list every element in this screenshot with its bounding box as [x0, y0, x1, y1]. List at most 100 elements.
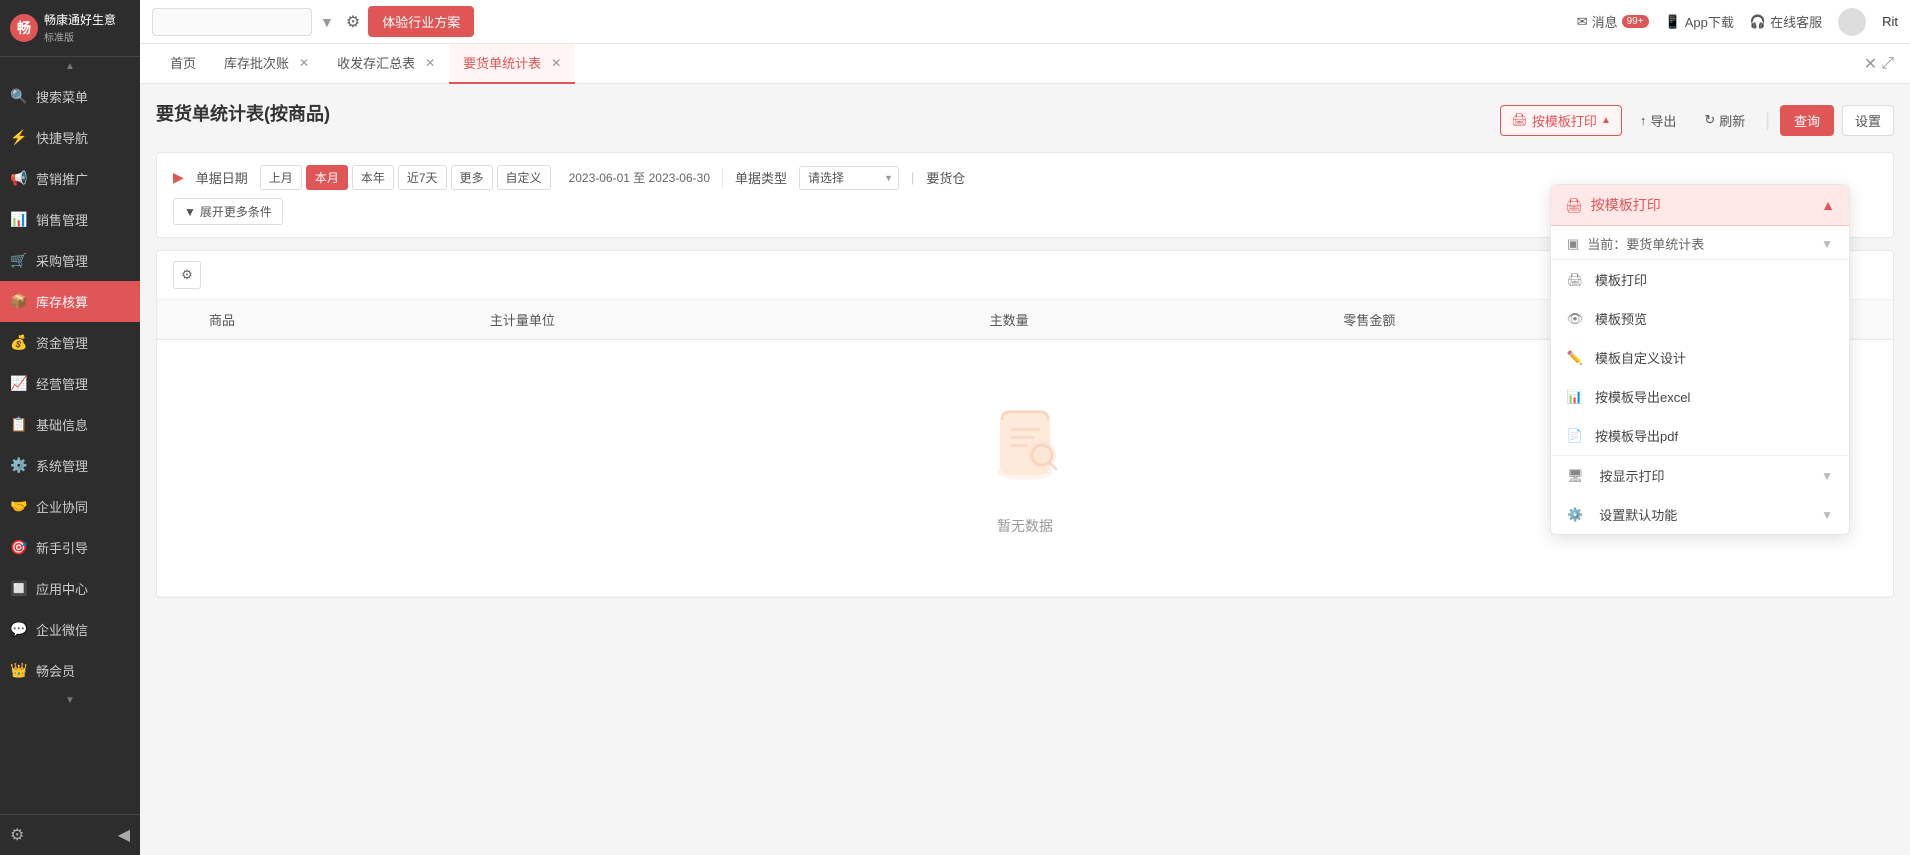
tab-order-stats[interactable]: 要货单统计表 ✕: [449, 44, 575, 84]
filter-expand-arrow[interactable]: ▶: [173, 169, 184, 186]
dropdown-item-template-print-inner: 🖨 模板打印: [1587, 270, 1647, 289]
industry-btn[interactable]: 体验行业方案: [368, 6, 474, 37]
basics-icon: 📋: [10, 415, 28, 433]
date-btn-this-month[interactable]: 本月: [306, 165, 348, 190]
export-excel-icon: 📊: [1567, 389, 1583, 405]
export-btn[interactable]: ↑ 导出: [1630, 106, 1687, 135]
sidebar-item-search[interactable]: 🔍 搜索菜单: [0, 76, 140, 117]
messages-action[interactable]: ✉ 消息 99+: [1577, 12, 1649, 31]
type-select[interactable]: 请选择 全部 要货单 采购订单: [799, 166, 899, 190]
template-print-label: 模板打印: [1595, 270, 1647, 289]
tab-expand[interactable]: ⤢: [1881, 55, 1894, 73]
tab-home-label: 首页: [170, 53, 196, 72]
sidebar-item-marketing-label: 营销推广: [36, 169, 88, 188]
collapse-icon[interactable]: ◀: [118, 825, 130, 845]
scroll-up-btn[interactable]: ▲: [0, 57, 140, 76]
dropdown-item-display-print[interactable]: 🖥 按显示打印 ▼: [1551, 456, 1849, 495]
user-name: Rit: [1882, 14, 1898, 29]
date-btn-custom[interactable]: 自定义: [497, 165, 551, 190]
sidebar-item-purchase[interactable]: 🛒 采购管理: [0, 240, 140, 281]
expand-conditions-btn[interactable]: ▼ 展开更多条件: [173, 198, 283, 225]
tab-inventory-batch-close[interactable]: ✕: [299, 56, 309, 70]
app-download-icon: 📱: [1665, 14, 1681, 30]
page-title: 要货单统计表(按商品): [156, 100, 330, 126]
topbar-settings-icon[interactable]: ⚙: [346, 12, 360, 32]
tab-close-all[interactable]: ✕: [1864, 54, 1877, 74]
query-btn[interactable]: 查询: [1780, 105, 1834, 136]
export-pdf-icon: 📄: [1567, 428, 1583, 444]
finance-icon: 💰: [10, 333, 28, 351]
sidebar-item-basics-label: 基础信息: [36, 415, 88, 434]
empty-illustration: [980, 400, 1070, 504]
sidebar-item-basics[interactable]: 📋 基础信息: [0, 404, 140, 445]
enterprise-icon: 🤝: [10, 497, 28, 515]
page-header-actions: 🖨 按模板打印 ▲ ↑ 导出 ↻ 刷新 | 查询 设置: [1500, 105, 1894, 136]
sidebar-item-marketing[interactable]: 📢 营销推广: [0, 158, 140, 199]
sidebar-item-operations[interactable]: 📈 经营管理: [0, 363, 140, 404]
current-template-label: ▣ 当前：要货单统计表: [1567, 234, 1704, 253]
sidebar-item-member-label: 畅会员: [36, 661, 75, 680]
tab-summary-close[interactable]: ✕: [425, 56, 435, 70]
appstore-icon: 🔲: [10, 579, 28, 597]
print-dropdown-section: 🖥 按显示打印 ▼ ⚙️ 设置默认功能 ▼: [1551, 455, 1849, 534]
system-icon: ⚙️: [10, 456, 28, 474]
display-print-label: 按显示打印: [1600, 466, 1665, 485]
th-quantity: 主数量: [978, 300, 1332, 340]
dropdown-item-set-default[interactable]: ⚙️ 设置默认功能 ▼: [1551, 495, 1849, 534]
date-range-display: 2023-06-01 至 2023-06-30: [569, 169, 710, 186]
topbar-search-input[interactable]: [152, 8, 312, 36]
date-btn-7days[interactable]: 近7天: [398, 165, 447, 190]
display-print-arrow: ▼: [1821, 469, 1833, 483]
app-download-label: App下载: [1685, 12, 1734, 31]
sidebar-item-finance[interactable]: 💰 资金管理: [0, 322, 140, 363]
dropdown-item-export-excel[interactable]: 📊 按模板导出excel: [1551, 377, 1849, 416]
sidebar-item-member[interactable]: 👑 畅会员: [0, 650, 140, 691]
dropdown-item-template-design[interactable]: ✏️ 模板自定义设计: [1551, 338, 1849, 377]
app-download-action[interactable]: 📱 App下载: [1665, 12, 1734, 31]
export-icon: ↑: [1640, 113, 1647, 128]
sidebar-item-system[interactable]: ⚙️ 系统管理: [0, 445, 140, 486]
topbar-chevron-icon[interactable]: ▼: [320, 14, 334, 30]
set-default-inner: ⚙️ 设置默认功能: [1567, 505, 1677, 524]
dropdown-item-template-print[interactable]: 🖨 模板打印: [1551, 260, 1849, 299]
user-avatar[interactable]: [1838, 8, 1866, 36]
date-btn-more[interactable]: 更多: [451, 165, 493, 190]
table-settings-icon[interactable]: ⚙: [173, 261, 201, 289]
tab-summary[interactable]: 收发存汇总表 ✕: [323, 44, 449, 84]
date-btn-this-year[interactable]: 本年: [352, 165, 394, 190]
message-icon: ✉: [1577, 14, 1588, 30]
tabs-bar: 首页 库存批次账 ✕ 收发存汇总表 ✕ 要货单统计表 ✕ ✕ ⤢: [140, 44, 1910, 84]
sidebar-item-enterprise[interactable]: 🤝 企业协同: [0, 486, 140, 527]
sidebar-item-wechat[interactable]: 💬 企业微信: [0, 609, 140, 650]
print-dropdown-close-icon[interactable]: ▲: [1821, 197, 1835, 213]
settings-btn[interactable]: 设置: [1842, 105, 1894, 136]
date-btn-last-month[interactable]: 上月: [260, 165, 302, 190]
expand-conditions-label: 展开更多条件: [200, 203, 272, 220]
print-dropdown-title: 🖨 按模板打印: [1565, 195, 1661, 215]
dropdown-item-export-pdf-inner: 📄 按模板导出pdf: [1587, 426, 1678, 445]
sidebar-item-inventory[interactable]: 📦 库存核算: [0, 281, 140, 322]
tab-home[interactable]: 首页: [156, 44, 210, 84]
quick-nav-icon: ⚡: [10, 128, 28, 146]
headset-icon: 🎧: [1750, 14, 1766, 30]
dropdown-item-template-design-inner: ✏️ 模板自定义设计: [1587, 348, 1686, 367]
sidebar-item-sales[interactable]: 📊 销售管理: [0, 199, 140, 240]
dropdown-item-export-pdf[interactable]: 📄 按模板导出pdf: [1551, 416, 1849, 455]
refresh-btn[interactable]: ↻ 刷新: [1694, 106, 1755, 135]
online-service-action[interactable]: 🎧 在线客服: [1750, 12, 1822, 31]
action-divider: |: [1765, 110, 1770, 131]
sidebar-item-appstore[interactable]: 🔲 应用中心: [0, 568, 140, 609]
scroll-down-btn[interactable]: ▼: [0, 691, 140, 710]
sidebar-item-quick-nav[interactable]: ⚡ 快捷导航: [0, 117, 140, 158]
print-template-btn[interactable]: 🖨 按模板打印 ▲: [1500, 105, 1621, 136]
tab-order-stats-label: 要货单统计表: [463, 53, 541, 72]
marketing-icon: 📢: [10, 169, 28, 187]
set-default-icon: ⚙️: [1567, 507, 1583, 523]
dropdown-item-template-preview[interactable]: 👁 模板预览: [1551, 299, 1849, 338]
sidebar-item-guide[interactable]: 🎯 新手引导: [0, 527, 140, 568]
page-area: 要货单统计表(按商品) 🖨 按模板打印 ▲ ↑ 导出 ↻ 刷新: [140, 84, 1910, 855]
settings-bottom-icon[interactable]: ⚙: [10, 825, 24, 845]
tab-order-stats-close[interactable]: ✕: [551, 56, 561, 70]
tab-inventory-batch[interactable]: 库存批次账 ✕: [210, 44, 323, 84]
export-pdf-label: 按模板导出pdf: [1595, 426, 1678, 445]
